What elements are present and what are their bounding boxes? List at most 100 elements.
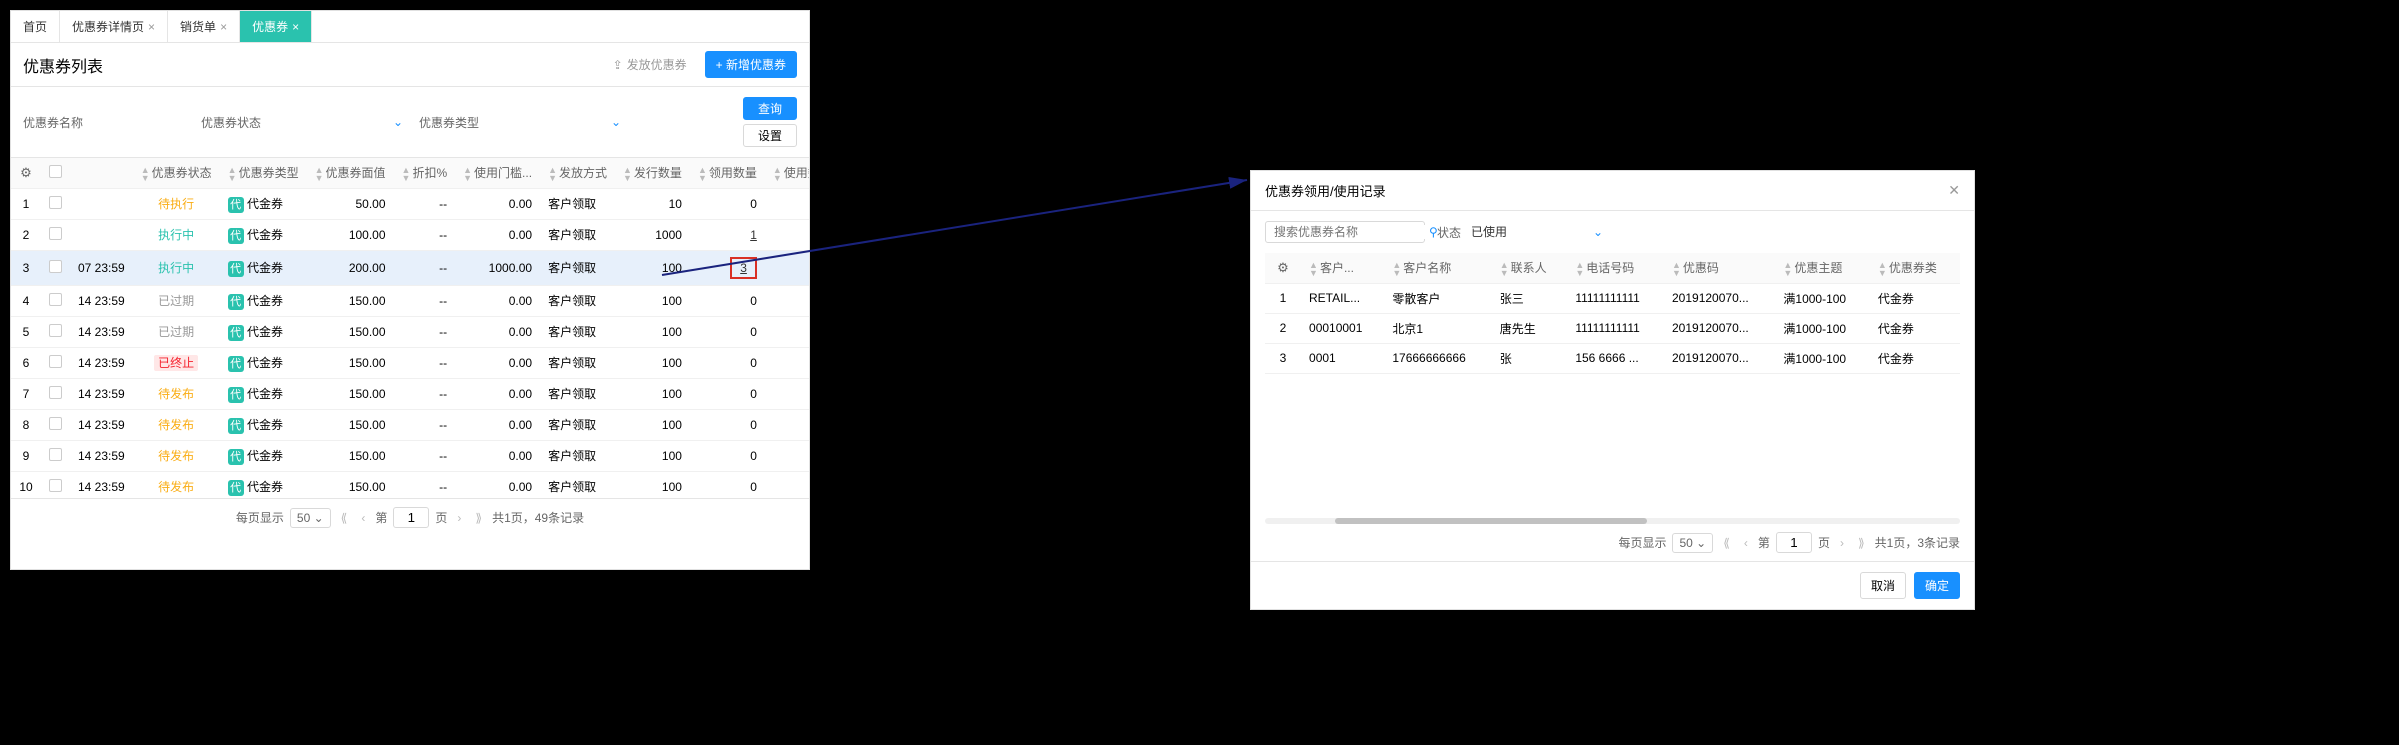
row-checkbox[interactable]: [49, 386, 62, 399]
col-发行数量[interactable]: ▲▼发行数量: [615, 158, 690, 188]
detail-per-page-select[interactable]: 50 ⌄: [1672, 533, 1713, 553]
close-icon[interactable]: ✕: [1948, 182, 1960, 199]
per-page-select[interactable]: 50 ⌄: [290, 508, 331, 528]
type-label: 代金券: [247, 261, 283, 275]
col-使用门槛...[interactable]: ▲▼使用门槛...: [455, 158, 540, 188]
add-coupon-button[interactable]: + 新增优惠券: [705, 51, 797, 78]
col-优惠券类[interactable]: ▲▼优惠券类: [1870, 253, 1960, 283]
table-row[interactable]: 6 14 23:59 已终止 代 代金券 150.00 -- 0.00 客户领取…: [11, 347, 809, 378]
tab-优惠券[interactable]: 优惠券×: [240, 11, 312, 42]
col-优惠券状态[interactable]: ▲▼优惠券状态: [133, 158, 220, 188]
table-row[interactable]: 5 14 23:59 已过期 代 代金券 150.00 -- 0.00 客户领取…: [11, 316, 809, 347]
col-联系人[interactable]: ▲▼联系人: [1492, 253, 1568, 283]
row-checkbox[interactable]: [49, 196, 62, 209]
type-label: 代金券: [247, 418, 283, 432]
claim-count-link[interactable]: 1: [750, 228, 757, 242]
gear-icon[interactable]: [19, 165, 33, 179]
tab-优惠券详情页[interactable]: 优惠券详情页×: [60, 11, 168, 42]
cancel-button[interactable]: 取消: [1860, 572, 1906, 599]
tab-首页[interactable]: 首页: [11, 11, 60, 42]
row-checkbox[interactable]: [49, 260, 62, 273]
use-count: 0: [765, 378, 809, 409]
first-page-icon[interactable]: ⟪: [1719, 536, 1734, 550]
header-checkbox[interactable]: [49, 165, 62, 178]
col-优惠券类型[interactable]: ▲▼优惠券类型: [220, 158, 307, 188]
col-优惠券面值[interactable]: ▲▼优惠券面值: [307, 158, 394, 188]
close-icon[interactable]: ×: [220, 20, 227, 34]
row-number: 5: [11, 316, 41, 347]
row-checkbox[interactable]: [49, 479, 62, 492]
method: 客户领取: [540, 378, 615, 409]
table-row[interactable]: 10 14 23:59 待发布 代 代金券 150.00 -- 0.00 客户领…: [11, 471, 809, 498]
per-page-label: 每页显示: [236, 509, 284, 526]
row-checkbox[interactable]: [49, 448, 62, 461]
table-row[interactable]: 2 00010001 北京1 唐先生 11111111111 201912007…: [1265, 313, 1960, 343]
tab-bar: 首页优惠券详情页×销货单×优惠券×: [11, 11, 809, 43]
search-box[interactable]: ⚲: [1265, 221, 1425, 243]
page-prefix: 第: [375, 509, 387, 526]
claim-count-link[interactable]: 3: [730, 257, 757, 279]
settings-column[interactable]: [11, 158, 41, 188]
col-客户名称[interactable]: ▲▼客户名称: [1384, 253, 1491, 283]
table-row[interactable]: 1 待执行 代 代金券 50.00 -- 0.00 客户领取 10 0 0 ↗⊞: [11, 188, 809, 219]
row-time: [70, 219, 133, 250]
table-row[interactable]: 7 14 23:59 待发布 代 代金券 150.00 -- 0.00 客户领取…: [11, 378, 809, 409]
table-row[interactable]: 3 0001 17666666666 张 156 6666 ... 201912…: [1265, 343, 1960, 373]
col-客户...[interactable]: ▲▼客户...: [1301, 253, 1384, 283]
claim-count: 0: [690, 409, 765, 440]
detail-title: 优惠券领用/使用记录: [1265, 181, 1386, 200]
gear-icon[interactable]: [1276, 260, 1290, 274]
col-使用数量[interactable]: ▲▼使用数量: [765, 158, 809, 188]
page-input[interactable]: [393, 507, 429, 528]
row-checkbox[interactable]: [49, 293, 62, 306]
threshold: 0.00: [455, 471, 540, 498]
distribute-coupon-button[interactable]: ⇪ 发放优惠券: [603, 51, 697, 78]
prev-page-icon[interactable]: ‹: [357, 511, 369, 525]
table-row[interactable]: 1 RETAIL... 零散客户 张三 11111111111 20191200…: [1265, 283, 1960, 313]
row-number: 3: [11, 250, 41, 285]
detail-page-input[interactable]: [1776, 532, 1812, 553]
close-icon[interactable]: ×: [148, 20, 155, 34]
filter-name-input[interactable]: [89, 120, 189, 125]
page-suffix: 页: [435, 509, 447, 526]
row-checkbox[interactable]: [49, 417, 62, 430]
filter-type-select[interactable]: ⌄: [485, 113, 625, 132]
row-number: 2: [1265, 313, 1301, 343]
col-优惠主题[interactable]: ▲▼优惠主题: [1775, 253, 1870, 283]
face-value: 150.00: [307, 471, 394, 498]
discount: --: [394, 471, 456, 498]
tab-销货单[interactable]: 销货单×: [168, 11, 240, 42]
detail-status-select[interactable]: 已使用⌄: [1467, 221, 1607, 243]
search-input[interactable]: [1274, 225, 1429, 239]
status-badge: 执行中: [158, 261, 194, 275]
settings-button[interactable]: 设置: [743, 124, 797, 147]
type-icon: 代: [228, 387, 244, 403]
settings-column[interactable]: [1265, 253, 1301, 283]
table-row[interactable]: 4 14 23:59 已过期 代 代金券 150.00 -- 0.00 客户领取…: [11, 285, 809, 316]
close-icon[interactable]: ×: [292, 20, 299, 34]
row-checkbox[interactable]: [49, 324, 62, 337]
table-row[interactable]: 9 14 23:59 待发布 代 代金券 150.00 -- 0.00 客户领取…: [11, 440, 809, 471]
col-折扣%[interactable]: ▲▼折扣%: [394, 158, 456, 188]
row-checkbox[interactable]: [49, 355, 62, 368]
row-number: 4: [11, 285, 41, 316]
last-page-icon[interactable]: ⟫: [471, 511, 486, 525]
filter-status-select[interactable]: ⌄: [267, 113, 407, 132]
next-page-icon[interactable]: ›: [1836, 536, 1848, 550]
col-优惠码[interactable]: ▲▼优惠码: [1664, 253, 1775, 283]
row-checkbox[interactable]: [49, 227, 62, 240]
col-发放方式[interactable]: ▲▼发放方式: [540, 158, 615, 188]
horizontal-scrollbar[interactable]: [1265, 518, 1960, 524]
col-领用数量[interactable]: ▲▼领用数量: [690, 158, 765, 188]
query-button[interactable]: 查询: [743, 97, 797, 120]
first-page-icon[interactable]: ⟪: [337, 511, 352, 525]
table-row[interactable]: 2 执行中 代 代金券 100.00 -- 0.00 客户领取 1000 1 0…: [11, 219, 809, 250]
per-page-label: 每页显示: [1618, 534, 1666, 551]
prev-page-icon[interactable]: ‹: [1740, 536, 1752, 550]
table-row[interactable]: 8 14 23:59 待发布 代 代金券 150.00 -- 0.00 客户领取…: [11, 409, 809, 440]
last-page-icon[interactable]: ⟫: [1854, 536, 1869, 550]
col-电话号码[interactable]: ▲▼电话号码: [1567, 253, 1664, 283]
next-page-icon[interactable]: ›: [453, 511, 465, 525]
confirm-button[interactable]: 确定: [1914, 572, 1960, 599]
table-row[interactable]: 3 07 23:59 执行中 代 代金券 200.00 -- 1000.00 客…: [11, 250, 809, 285]
